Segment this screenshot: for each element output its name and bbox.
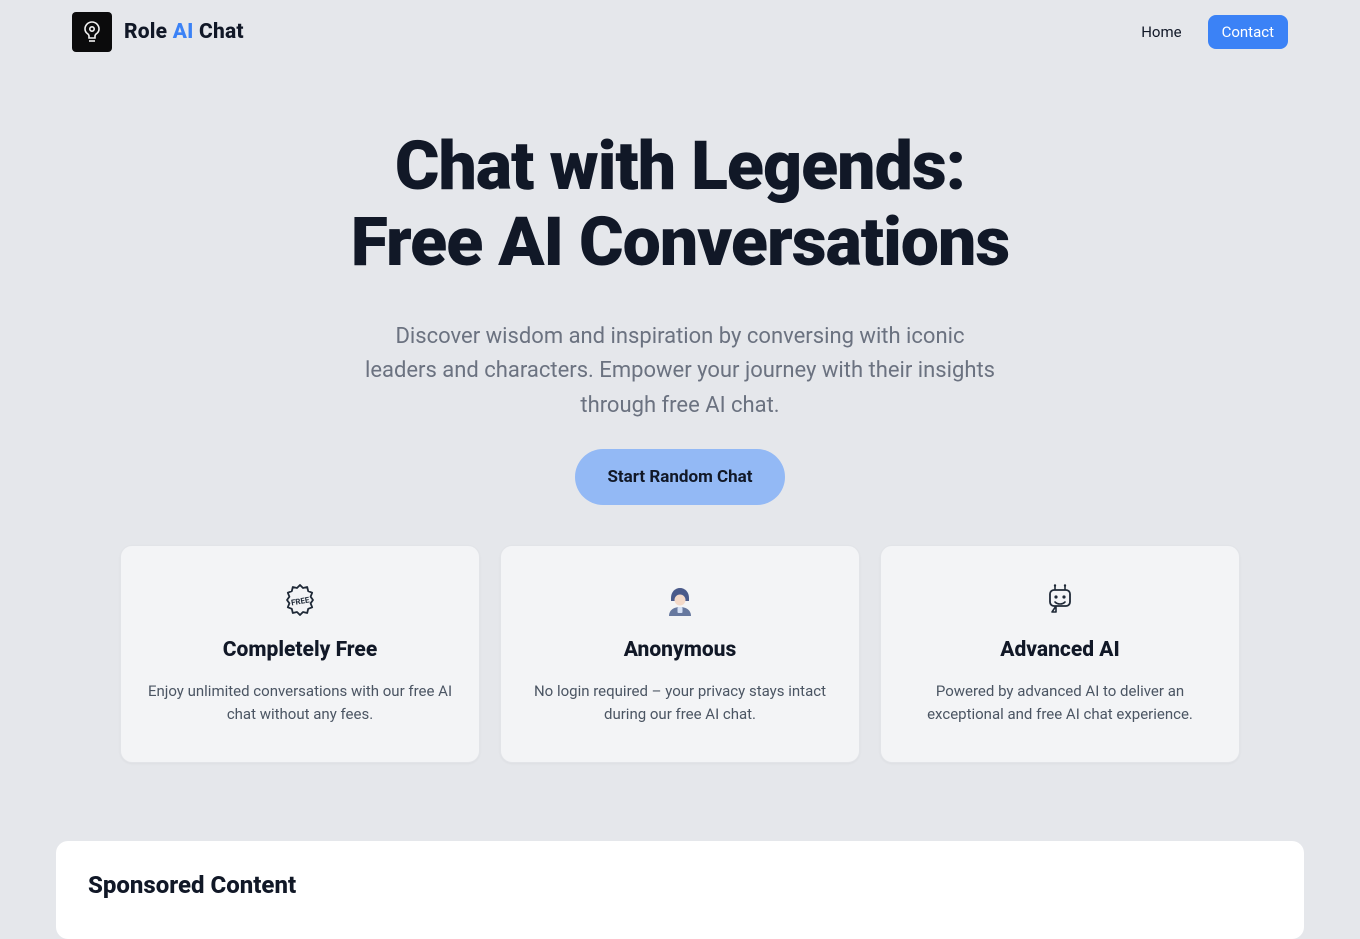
feature-body: Powered by advanced AI to deliver an exc… [905, 680, 1215, 727]
feature-body: No login required – your privacy stays i… [525, 680, 835, 727]
navbar: Role AI Chat Home Contact [0, 0, 1360, 64]
feature-title: Advanced AI [905, 638, 1215, 662]
svg-text:FREE: FREE [290, 595, 310, 607]
nav-links: Home Contact [1127, 15, 1288, 49]
nav-home[interactable]: Home [1127, 15, 1195, 49]
hero-subtitle: Discover wisdom and inspiration by conve… [360, 320, 1000, 422]
sponsored-heading: Sponsored Content [88, 871, 1272, 899]
feature-title: Completely Free [145, 638, 455, 662]
free-badge-icon: FREE [145, 582, 455, 618]
logo-icon [72, 12, 112, 52]
brand-home-link[interactable]: Role AI Chat [72, 12, 244, 52]
nav-contact[interactable]: Contact [1208, 15, 1288, 49]
brand-title: Role AI Chat [124, 20, 244, 44]
feature-cards: FREE Completely Free Enjoy unlimited con… [120, 545, 1240, 764]
anonymous-user-icon [525, 582, 835, 618]
feature-card-advanced-ai: Advanced AI Powered by advanced AI to de… [880, 545, 1240, 764]
hero: Chat with Legends: Free AI Conversations… [0, 64, 1360, 763]
robot-icon [905, 582, 1215, 618]
feature-card-anonymous: Anonymous No login required – your priva… [500, 545, 860, 764]
start-random-chat-button[interactable]: Start Random Chat [575, 449, 784, 505]
feature-title: Anonymous [525, 638, 835, 662]
feature-body: Enjoy unlimited conversations with our f… [145, 680, 455, 727]
hero-title: Chat with Legends: Free AI Conversations [0, 128, 1360, 280]
feature-card-free: FREE Completely Free Enjoy unlimited con… [120, 545, 480, 764]
sponsored-panel: Sponsored Content [56, 841, 1304, 939]
